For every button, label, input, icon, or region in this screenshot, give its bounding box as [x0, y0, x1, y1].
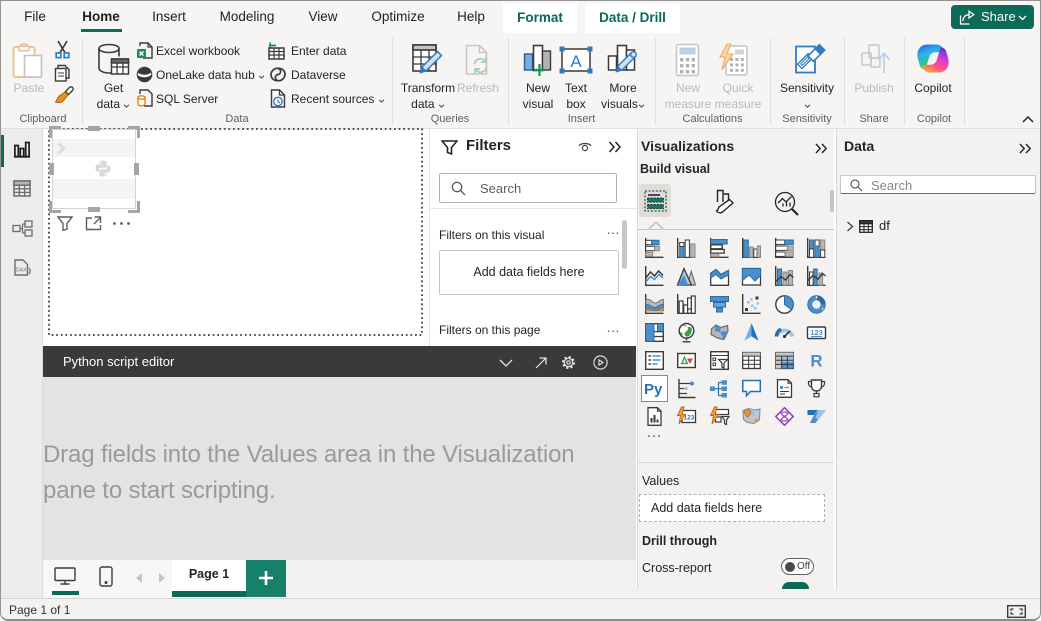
- svg-text:Py: Py: [644, 381, 663, 398]
- svg-text:123: 123: [810, 328, 823, 337]
- svg-text:R: R: [810, 352, 822, 371]
- svg-text:A: A: [570, 52, 582, 71]
- svg-text:DAX: DAX: [16, 268, 27, 274]
